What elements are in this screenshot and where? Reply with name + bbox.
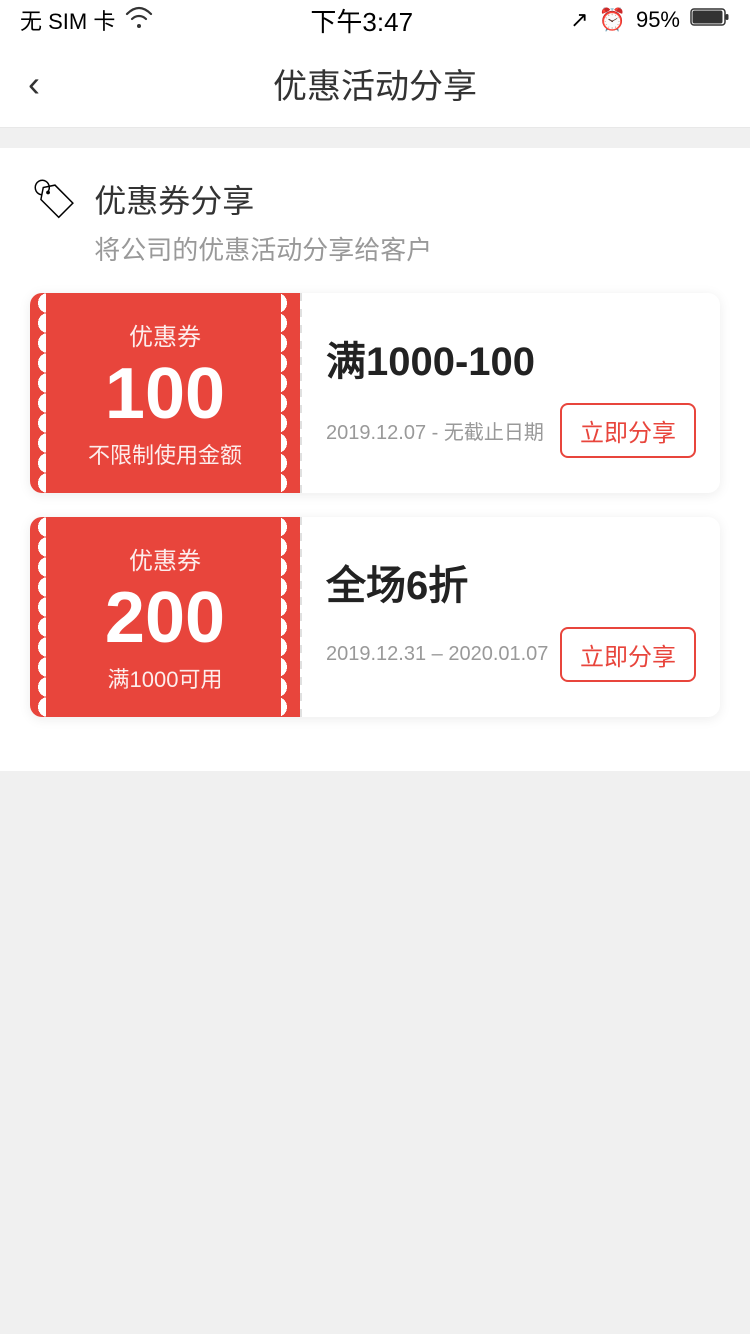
nav-bar: ‹ 优惠活动分享: [0, 40, 750, 128]
alarm-icon: ⏰: [599, 7, 626, 33]
share-button-2[interactable]: 立即分享: [560, 627, 696, 682]
coupon-card-1: 优惠券 100 不限制使用金额 满1000-100 2019.12.07 - 无…: [30, 293, 720, 493]
back-button[interactable]: ‹: [28, 63, 40, 105]
coupon-amount-2: 200: [105, 582, 225, 654]
share-button-1[interactable]: 立即分享: [560, 403, 696, 458]
coupon-label-1: 优惠券: [129, 317, 201, 352]
status-time: 下午3:47: [310, 2, 413, 39]
status-left: 无 SIM 卡: [20, 4, 153, 36]
coupon-date-2: 2019.12.31 – 2020.01.07: [326, 643, 550, 666]
battery-icon: [690, 6, 730, 34]
coupon-condition-1: 不限制使用金额: [88, 438, 242, 470]
coupon-name-2: 全场6折: [326, 553, 696, 611]
status-bar: 无 SIM 卡 下午3:47 ↗ ⏰ 95%: [0, 0, 750, 40]
page-background: [0, 771, 750, 1331]
location-icon: ↗: [570, 7, 588, 33]
coupon-label-2: 优惠券: [129, 541, 201, 576]
coupon-amount-1: 100: [105, 358, 225, 430]
section-text-group: 优惠券分享 将公司的优惠活动分享给客户: [94, 176, 432, 267]
coupon-condition-2: 满1000可用: [108, 662, 223, 694]
coupon-footer-2: 2019.12.31 – 2020.01.07 立即分享: [326, 627, 696, 682]
battery-percent: 95%: [636, 7, 680, 33]
section-title: 优惠券分享: [94, 176, 432, 222]
coupon-footer-1: 2019.12.07 - 无截止日期 立即分享: [326, 403, 696, 458]
wifi-icon: [125, 6, 153, 34]
coupon-card-2: 优惠券 200 满1000可用 全场6折 2019.12.31 – 2020.0…: [30, 517, 720, 717]
coupon-left-2: 优惠券 200 满1000可用: [30, 517, 300, 717]
page-title: 优惠活动分享: [273, 59, 477, 108]
coupon-right-1: 满1000-100 2019.12.07 - 无截止日期 立即分享: [302, 293, 720, 493]
coupon-right-2: 全场6折 2019.12.31 – 2020.01.07 立即分享: [302, 517, 720, 717]
section-divider-top: [0, 128, 750, 148]
section-icon: 🏷: [30, 178, 78, 222]
coupon-left-1: 优惠券 100 不限制使用金额: [30, 293, 300, 493]
coupon-list: 优惠券 100 不限制使用金额 满1000-100 2019.12.07 - 无…: [0, 283, 750, 771]
coupon-date-1: 2019.12.07 - 无截止日期: [326, 416, 550, 445]
status-right: ↗ ⏰ 95%: [570, 6, 730, 34]
section-header: 🏷 优惠券分享 将公司的优惠活动分享给客户: [0, 148, 750, 283]
section-subtitle: 将公司的优惠活动分享给客户: [94, 230, 432, 267]
carrier-label: 无 SIM 卡: [20, 4, 115, 36]
coupon-name-1: 满1000-100: [326, 329, 696, 387]
